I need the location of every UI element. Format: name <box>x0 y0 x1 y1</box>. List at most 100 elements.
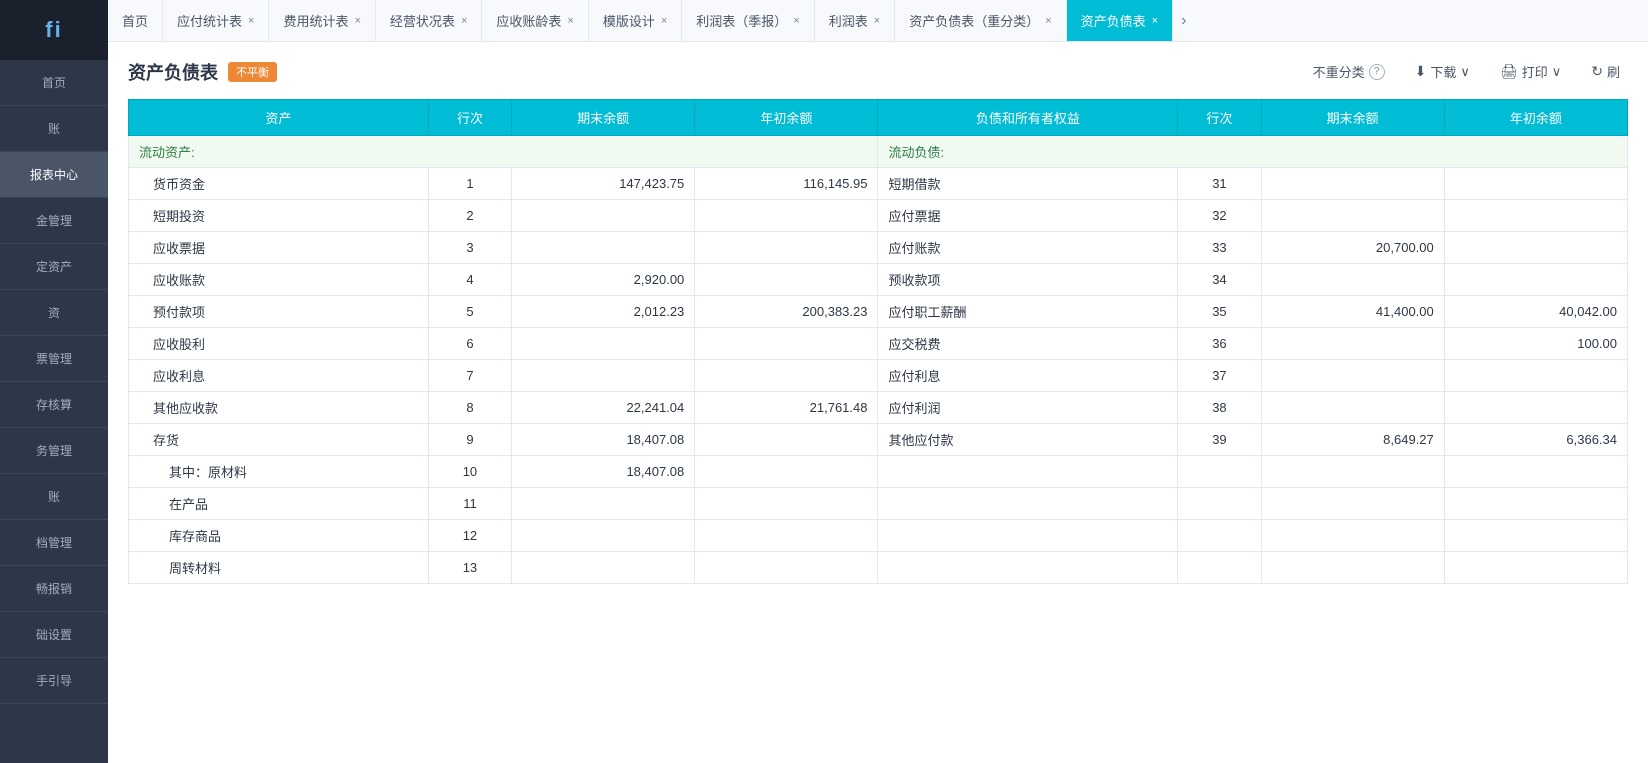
tab-home-label: 首页 <box>122 11 148 30</box>
tab-business-status[interactable]: 经营状况表 × <box>376 0 482 42</box>
tab-bs-active-close[interactable]: × <box>1152 15 1158 27</box>
asset-row-num: 8 <box>428 392 511 424</box>
sidebar-item-home[interactable]: 首页 <box>0 60 108 106</box>
header-asset: 资产 <box>129 100 429 136</box>
category-liability-label: 流动负债: <box>878 136 1628 168</box>
download-icon: ⬇ <box>1415 63 1427 80</box>
tab-profit-quarterly[interactable]: 利润表（季报） × <box>682 0 814 42</box>
no-reclassify-label: 不重分类 <box>1313 62 1365 81</box>
liability-name: 应付利息 <box>878 360 1178 392</box>
sidebar-item-archive[interactable]: 档管理 <box>0 520 108 566</box>
header-end-balance: 期末余额 <box>512 100 695 136</box>
sub-liab-begin <box>1444 552 1627 584</box>
tab-profit[interactable]: 利润表 × <box>815 0 895 42</box>
asset-row-num: 2 <box>428 200 511 232</box>
sidebar-item-payable[interactable]: 账 <box>0 106 108 152</box>
sub-liab-end <box>1261 488 1444 520</box>
tab-scroll-right[interactable]: › <box>1173 12 1194 30</box>
tab-profit-close[interactable]: × <box>874 15 880 27</box>
tab-expense-stats-close[interactable]: × <box>354 15 360 27</box>
liab-end-balance <box>1261 264 1444 296</box>
tab-bs-reclassified-close[interactable]: × <box>1045 15 1051 27</box>
header-liability-equity: 负债和所有者权益 <box>878 100 1178 136</box>
asset-row-num: 7 <box>428 360 511 392</box>
tab-receivable-aging[interactable]: 应收账龄表 × <box>482 0 588 42</box>
sidebar-item-reports[interactable]: 报表中心 <box>0 152 108 198</box>
print-label: 打印 <box>1522 62 1548 81</box>
sidebar-item-invest[interactable]: 资 <box>0 290 108 336</box>
sidebar-item-ledger[interactable]: 账 <box>0 474 108 520</box>
tab-bs-reclassified[interactable]: 资产负债表（重分类） × <box>895 0 1066 42</box>
tab-template-design-label: 模版设计 <box>603 11 655 30</box>
tab-profit-label: 利润表 <box>829 11 868 30</box>
refresh-btn[interactable]: ↻ 刷 <box>1583 58 1628 85</box>
sub-liab-begin <box>1444 488 1627 520</box>
tab-template-design-close[interactable]: × <box>661 15 667 27</box>
liab-end-balance: 8,649.27 <box>1261 424 1444 456</box>
liab-begin-balance <box>1444 264 1627 296</box>
asset-row-num: 1 <box>428 168 511 200</box>
asset-name: 预付款项 <box>129 296 429 328</box>
table-data-row[interactable]: 应收票据 3 应付账款 33 20,700.00 <box>129 232 1628 264</box>
download-label: 下载 <box>1430 62 1456 81</box>
refresh-icon: ↻ <box>1591 63 1603 80</box>
tab-business-status-label: 经营状况表 <box>390 11 455 30</box>
print-btn[interactable]: 🖨 打印 ∨ <box>1492 58 1569 85</box>
asset-begin-balance <box>695 264 878 296</box>
download-btn[interactable]: ⬇ 下载 ∨ <box>1407 58 1478 85</box>
print-icon: 🖨 <box>1500 63 1518 80</box>
header-row-num: 行次 <box>428 100 511 136</box>
tab-business-status-close[interactable]: × <box>461 15 467 27</box>
liability-name: 应付账款 <box>878 232 1178 264</box>
liab-end-balance <box>1261 392 1444 424</box>
tab-receivable-aging-close[interactable]: × <box>567 15 573 27</box>
tab-expense-stats[interactable]: 费用统计表 × <box>269 0 375 42</box>
liab-begin-balance <box>1444 360 1627 392</box>
table-data-row[interactable]: 短期投资 2 应付票据 32 <box>129 200 1628 232</box>
sub-asset-end <box>512 488 695 520</box>
header-begin-balance: 年初余额 <box>695 100 878 136</box>
table-data-row[interactable]: 存货 9 18,407.08 其他应付款 39 8,649.27 6,366.3… <box>129 424 1628 456</box>
liab-row-num: 31 <box>1178 168 1261 200</box>
tab-home[interactable]: 首页 <box>108 0 163 42</box>
table-data-row[interactable]: 应收账款 4 2,920.00 预收款项 34 <box>129 264 1628 296</box>
help-icon[interactable]: ? <box>1369 64 1385 80</box>
liab-begin-balance <box>1444 392 1627 424</box>
sub-asset-row-num: 13 <box>428 552 511 584</box>
table-data-row[interactable]: 其他应收款 8 22,241.04 21,761.48 应付利润 38 <box>129 392 1628 424</box>
asset-end-balance: 18,407.08 <box>512 424 695 456</box>
sub-liability-name <box>878 552 1178 584</box>
no-reclassify-btn[interactable]: 不重分类 ? <box>1305 58 1393 85</box>
tab-bs-active[interactable]: 资产负债表 × <box>1067 0 1173 42</box>
table-data-row[interactable]: 预付款项 5 2,012.23 200,383.23 应付职工薪酬 35 41,… <box>129 296 1628 328</box>
sidebar-item-fixed[interactable]: 定资产 <box>0 244 108 290</box>
asset-begin-balance: 21,761.48 <box>695 392 878 424</box>
liab-end-balance <box>1261 328 1444 360</box>
liability-name: 其他应付款 <box>878 424 1178 456</box>
tab-payable-stats-close[interactable]: × <box>248 15 254 27</box>
sidebar: fi 首页 账 报表中心 金管理 定资产 资 票管理 存核算 务管理 账 档管理… <box>0 0 108 763</box>
table-data-row[interactable]: 应收股利 6 应交税费 36 100.00 <box>129 328 1628 360</box>
asset-name: 应收股利 <box>129 328 429 360</box>
tab-payable-stats[interactable]: 应付统计表 × <box>163 0 269 42</box>
sidebar-item-settings[interactable]: 础设置 <box>0 612 108 658</box>
sidebar-item-sales[interactable]: 畅报销 <box>0 566 108 612</box>
table-data-row[interactable]: 货币资金 1 147,423.75 116,145.95 短期借款 31 <box>129 168 1628 200</box>
sidebar-item-inventory[interactable]: 存核算 <box>0 382 108 428</box>
liability-name: 应付票据 <box>878 200 1178 232</box>
liab-begin-balance: 100.00 <box>1444 328 1627 360</box>
sub-asset-end <box>512 520 695 552</box>
toolbar-right: 不重分类 ? ⬇ 下载 ∨ 🖨 打印 ∨ ↻ 刷 <box>1305 58 1628 85</box>
asset-end-balance: 2,920.00 <box>512 264 695 296</box>
sidebar-item-fund[interactable]: 金管理 <box>0 198 108 244</box>
liab-row-num: 37 <box>1178 360 1261 392</box>
sub-liab-row-num <box>1178 488 1261 520</box>
sidebar-item-tax[interactable]: 务管理 <box>0 428 108 474</box>
table-data-row[interactable]: 应收利息 7 应付利息 37 <box>129 360 1628 392</box>
sidebar-item-ticket[interactable]: 票管理 <box>0 336 108 382</box>
tab-template-design[interactable]: 模版设计 × <box>589 0 682 42</box>
sub-liab-row-num <box>1178 552 1261 584</box>
tab-profit-quarterly-close[interactable]: × <box>793 15 799 27</box>
liability-name: 应交税费 <box>878 328 1178 360</box>
sidebar-item-guide[interactable]: 手引导 <box>0 658 108 704</box>
